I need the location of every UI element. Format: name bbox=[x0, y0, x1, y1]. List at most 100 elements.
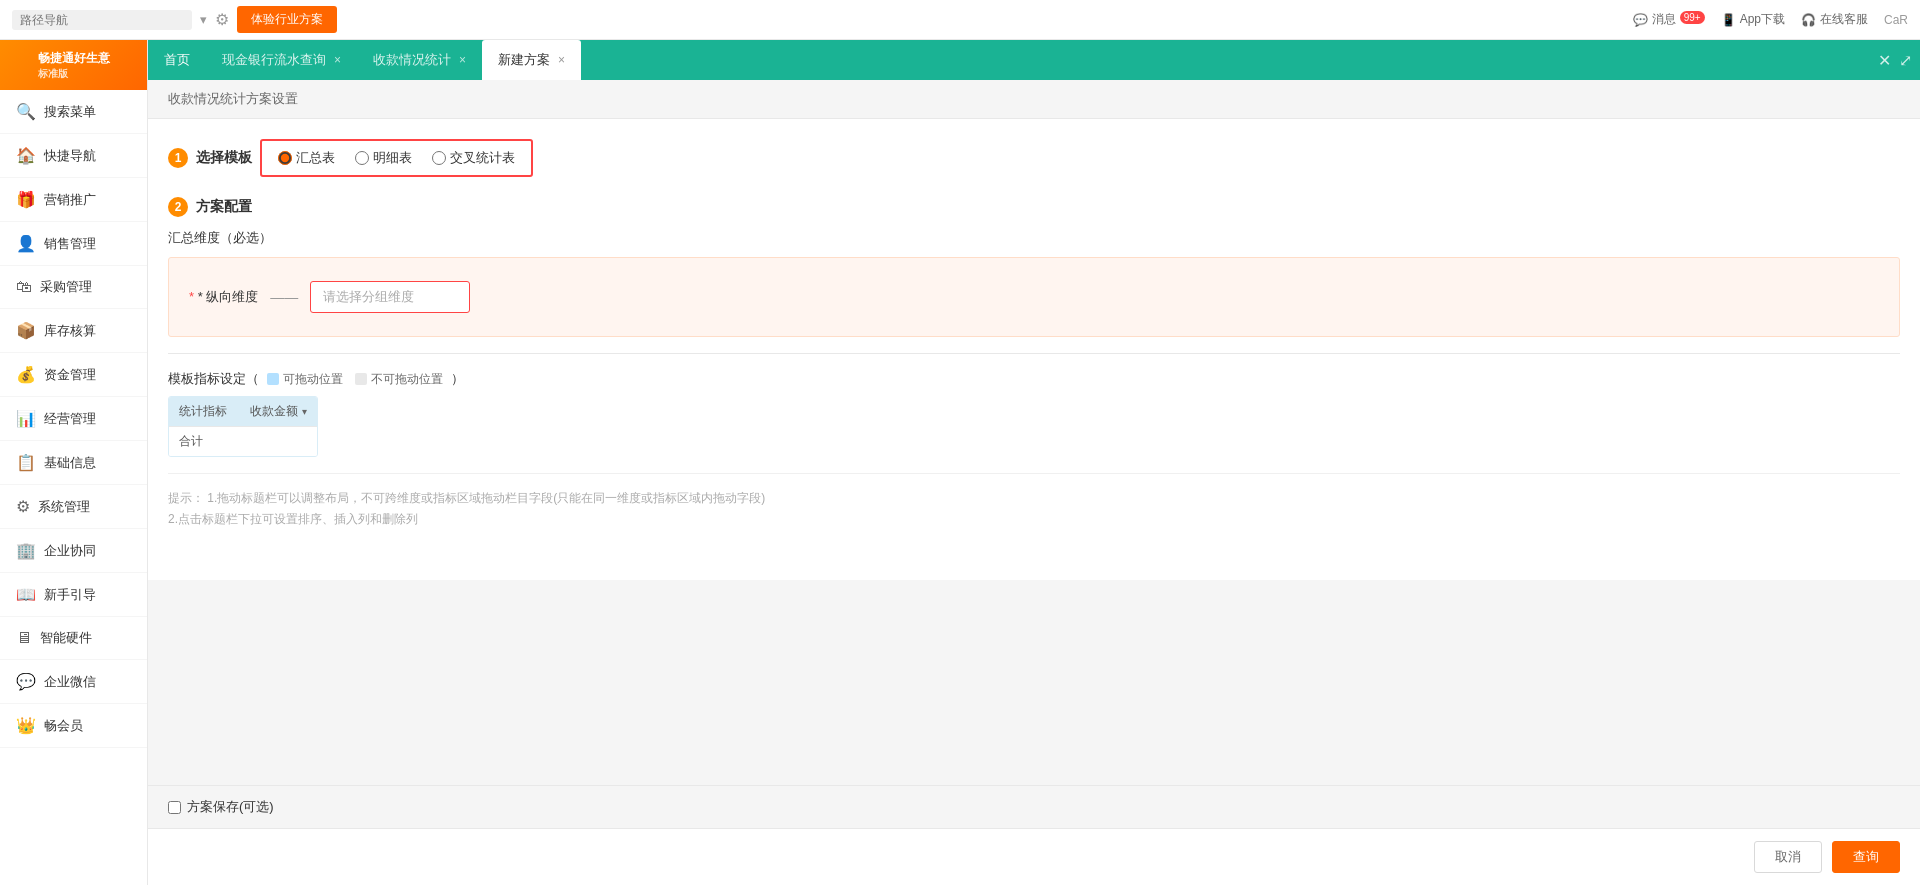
tab-newplan-label: 新建方案 bbox=[498, 51, 550, 69]
breadcrumb-input[interactable] bbox=[12, 10, 192, 30]
metrics-config: 模板指标设定（ 可拖动位置 不可拖动位置 ） bbox=[168, 353, 1900, 457]
sidebar-item-quicknav[interactable]: 🏠 快捷导航 bbox=[0, 134, 147, 178]
sidebar-item-label: 资金管理 bbox=[44, 366, 96, 384]
movable-label: 可拖动位置 bbox=[283, 371, 343, 388]
gear-icon[interactable]: ⚙ bbox=[215, 10, 229, 29]
movable-dot bbox=[267, 373, 279, 385]
dimension-title: 汇总维度（必选） bbox=[168, 230, 272, 245]
dropdown-icon[interactable]: ▾ bbox=[200, 12, 207, 27]
sidebar-item-label: 采购管理 bbox=[40, 278, 92, 296]
sidebar-item-basicinfo[interactable]: 📋 基础信息 bbox=[0, 441, 147, 485]
hint-2: 2.点击标题栏下拉可设置排序、插入列和删除列 bbox=[168, 511, 1900, 528]
tab-close-all-icon[interactable]: ✕ bbox=[1878, 51, 1891, 70]
metrics-header-label: 统计指标 bbox=[179, 403, 227, 420]
dimension-section-title: 汇总维度（必选） bbox=[168, 229, 1900, 247]
notification-label: 消息 bbox=[1652, 11, 1676, 28]
radio-summary[interactable] bbox=[278, 151, 292, 165]
clipboard-icon: 📋 bbox=[16, 453, 36, 472]
dimension-arrow: —— bbox=[270, 289, 298, 305]
page-footer: 方案保存(可选) bbox=[148, 785, 1920, 828]
sidebar-item-marketing[interactable]: 🎁 营销推广 bbox=[0, 178, 147, 222]
tab-bar: 首页 现金银行流水查询 × 收款情况统计 × 新建方案 × ✕ ⤢ bbox=[148, 40, 1920, 80]
industry-button[interactable]: 体验行业方案 bbox=[237, 6, 337, 33]
tab-collection[interactable]: 收款情况统计 × bbox=[357, 40, 482, 80]
save-checkbox-label[interactable]: 方案保存(可选) bbox=[168, 798, 274, 816]
option-summary-label: 汇总表 bbox=[296, 149, 335, 167]
option-detail[interactable]: 明细表 bbox=[355, 149, 412, 167]
sidebar-item-purchase[interactable]: 🛍 采购管理 bbox=[0, 266, 147, 309]
sidebar-item-finance[interactable]: 💰 资金管理 bbox=[0, 353, 147, 397]
save-checkbox[interactable] bbox=[168, 801, 181, 814]
metrics-table: 统计指标 收款金额 ▾ 合计 bbox=[168, 396, 318, 457]
bag-icon: 🛍 bbox=[16, 278, 32, 296]
sidebar-item-label: 库存核算 bbox=[44, 322, 96, 340]
sidebar-logo: 畅捷通好生意 标准版 bbox=[0, 40, 147, 90]
top-bar-left: ▾ ⚙ 体验行业方案 bbox=[12, 6, 1625, 33]
sidebar-item-enterprise[interactable]: 🏢 企业协同 bbox=[0, 529, 147, 573]
crown-icon: 👑 bbox=[16, 716, 36, 735]
content-area: 首页 现金银行流水查询 × 收款情况统计 × 新建方案 × ✕ ⤢ 收款情况统计… bbox=[148, 40, 1920, 885]
sidebar-item-label: 畅会员 bbox=[44, 717, 83, 735]
notification-icon: 💬 bbox=[1633, 13, 1648, 27]
main-layout: 畅捷通好生意 标准版 🔍 搜索菜单 🏠 快捷导航 🎁 营销推广 👤 销售管理 🛍… bbox=[0, 40, 1920, 885]
tab-expand-icon[interactable]: ⤢ bbox=[1899, 51, 1912, 70]
action-buttons: 取消 查询 bbox=[148, 828, 1920, 885]
radio-detail[interactable] bbox=[355, 151, 369, 165]
sidebar-item-operations[interactable]: 📊 经营管理 bbox=[0, 397, 147, 441]
settings-icon: ⚙ bbox=[16, 497, 30, 516]
tab-bank-close[interactable]: × bbox=[334, 53, 341, 67]
query-button[interactable]: 查询 bbox=[1832, 841, 1900, 873]
sidebar-item-inventory[interactable]: 📦 库存核算 bbox=[0, 309, 147, 353]
tab-home[interactable]: 首页 bbox=[148, 40, 206, 80]
gift-icon: 🎁 bbox=[16, 190, 36, 209]
dimension-area: * * 纵向维度 —— 请选择分组维度 bbox=[168, 257, 1900, 337]
metrics-row-label: 合计 bbox=[179, 434, 203, 448]
option-summary[interactable]: 汇总表 bbox=[278, 149, 335, 167]
sidebar-item-sales[interactable]: 👤 销售管理 bbox=[0, 222, 147, 266]
fixed-dot bbox=[355, 373, 367, 385]
template-options: 汇总表 明细表 交叉统计表 bbox=[260, 139, 533, 177]
settings-container: 1 选择模板 汇总表 明细表 bbox=[148, 119, 1920, 580]
sidebar-item-member[interactable]: 👑 畅会员 bbox=[0, 704, 147, 748]
sidebar-logo-main: 畅捷通好生意 bbox=[38, 50, 110, 67]
sidebar-item-weixin[interactable]: 💬 企业微信 bbox=[0, 660, 147, 704]
sidebar-item-label: 经营管理 bbox=[44, 410, 96, 428]
sidebar-logo-sub: 标准版 bbox=[38, 67, 110, 81]
sidebar-item-search[interactable]: 🔍 搜索菜单 bbox=[0, 90, 147, 134]
save-label: 方案保存(可选) bbox=[187, 798, 274, 816]
search-icon: 🔍 bbox=[16, 102, 36, 121]
sidebar-item-label: 系统管理 bbox=[38, 498, 90, 516]
hardware-icon: 🖥 bbox=[16, 629, 32, 647]
sidebar-item-hardware[interactable]: 🖥 智能硬件 bbox=[0, 617, 147, 660]
sidebar-item-guide[interactable]: 📖 新手引导 bbox=[0, 573, 147, 617]
radio-cross[interactable] bbox=[432, 151, 446, 165]
tab-newplan-close[interactable]: × bbox=[558, 53, 565, 67]
tab-collection-close[interactable]: × bbox=[459, 53, 466, 67]
sidebar-item-label: 智能硬件 bbox=[40, 629, 92, 647]
download-item[interactable]: 📱 App下载 bbox=[1721, 11, 1785, 28]
step2-header: 2 方案配置 bbox=[168, 197, 1900, 217]
download-icon: 📱 bbox=[1721, 13, 1736, 27]
tab-bank[interactable]: 现金银行流水查询 × bbox=[206, 40, 357, 80]
cancel-button[interactable]: 取消 bbox=[1754, 841, 1822, 873]
metrics-table-header[interactable]: 统计指标 收款金额 ▾ bbox=[169, 397, 317, 426]
metrics-label-close: ） bbox=[451, 370, 464, 388]
legend-fixed: 不可拖动位置 bbox=[355, 371, 443, 388]
hint-section: 提示： 1.拖动标题栏可以调整布局，不可跨维度或指标区域拖动栏目字段(只能在同一… bbox=[168, 473, 1900, 540]
notification-item[interactable]: 💬 消息 99+ bbox=[1633, 11, 1705, 28]
service-item[interactable]: 🎧 在线客服 bbox=[1801, 11, 1868, 28]
sidebar-item-label: 销售管理 bbox=[44, 235, 96, 253]
metrics-chevron-icon[interactable]: ▾ bbox=[302, 406, 307, 417]
tab-newplan[interactable]: 新建方案 × bbox=[482, 40, 581, 80]
book-icon: 📖 bbox=[16, 585, 36, 604]
step2-section: 2 方案配置 汇总维度（必选） * * 纵向维度 —— bbox=[168, 197, 1900, 540]
sidebar-item-system[interactable]: ⚙ 系统管理 bbox=[0, 485, 147, 529]
step2-title: 方案配置 bbox=[196, 198, 252, 216]
option-cross[interactable]: 交叉统计表 bbox=[432, 149, 515, 167]
dimension-select[interactable]: 请选择分组维度 bbox=[310, 281, 470, 313]
page-title: 收款情况统计方案设置 bbox=[168, 91, 298, 106]
sidebar-item-label: 搜索菜单 bbox=[44, 103, 96, 121]
service-label: 在线客服 bbox=[1820, 11, 1868, 28]
building-icon: 🏢 bbox=[16, 541, 36, 560]
notification-badge: 99+ bbox=[1680, 11, 1705, 24]
